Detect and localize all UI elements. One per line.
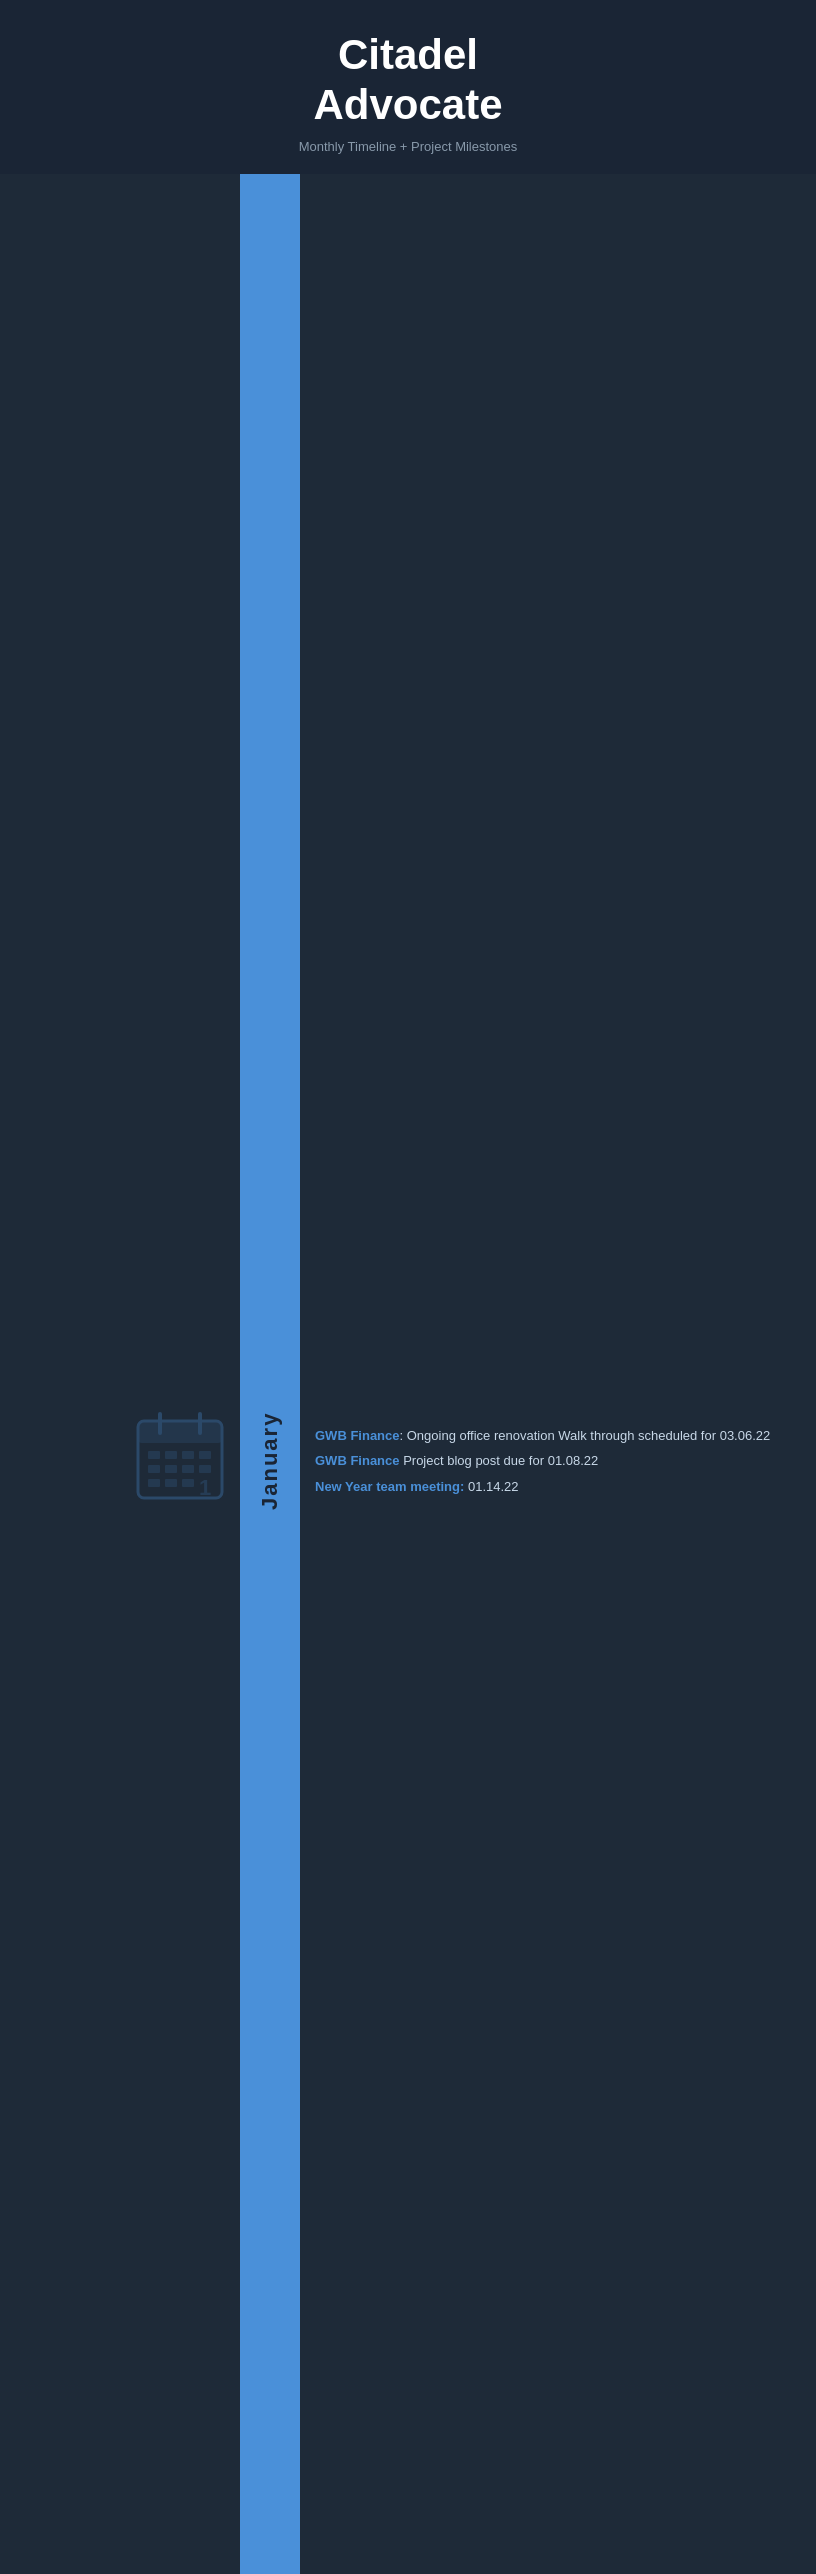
svg-rect-4 [148, 1451, 160, 1459]
month-label-col-january: January [240, 174, 300, 2574]
svg-rect-7 [199, 1451, 211, 1459]
month-label: January [257, 174, 283, 2574]
timeline: 1 January GWB Finance: Ongoing office re… [0, 174, 816, 2574]
month-row-january: 1 January GWB Finance: Ongoing office re… [0, 174, 816, 2574]
list-item: New Year team meeting: 01.14.22 [315, 1477, 796, 1497]
svg-rect-14 [182, 1479, 194, 1487]
list-item: GWB Finance Project blog post due for 01… [315, 1451, 796, 1471]
svg-text:1: 1 [199, 1475, 211, 1500]
svg-rect-11 [199, 1465, 211, 1473]
svg-rect-12 [148, 1479, 160, 1487]
calendar-container: 1 [135, 1411, 225, 1501]
svg-rect-1 [138, 1421, 222, 1443]
list-item: GWB Finance: Ongoing office renovation W… [315, 1426, 796, 1446]
left-content: 1 [0, 174, 240, 2574]
svg-rect-5 [165, 1451, 177, 1459]
calendar-icon: 1 [135, 1411, 225, 1501]
svg-rect-10 [182, 1465, 194, 1473]
svg-rect-13 [165, 1479, 177, 1487]
svg-rect-8 [148, 1465, 160, 1473]
header-subtitle: Monthly Timeline + Project Milestones [20, 139, 796, 154]
right-content: GWB Finance: Ongoing office renovation W… [300, 174, 816, 2574]
header: Citadel Advocate Monthly Timeline + Proj… [0, 0, 816, 174]
svg-rect-6 [182, 1451, 194, 1459]
svg-rect-9 [165, 1465, 177, 1473]
header-title: Citadel Advocate [20, 30, 796, 131]
